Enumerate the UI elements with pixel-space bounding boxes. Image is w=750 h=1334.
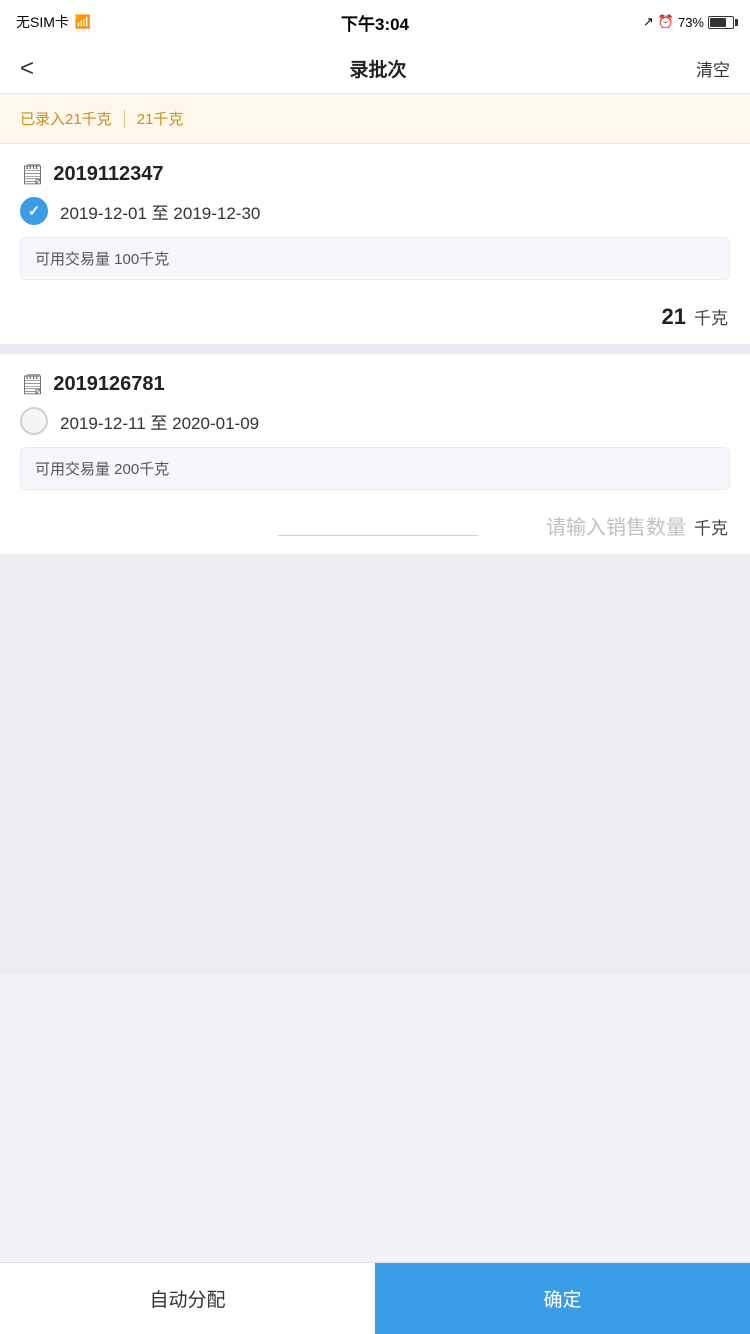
confirm-button[interactable]: 确定: [375, 1263, 750, 1334]
summary-banner: 已录入21千克 21千克: [0, 94, 750, 144]
clear-button[interactable]: 清空: [696, 56, 730, 81]
batch2-unit: 千克: [694, 514, 728, 539]
batch2-radio[interactable]: [20, 407, 48, 435]
auto-distribute-button[interactable]: 自动分配: [0, 1263, 375, 1334]
batch1-radio[interactable]: [20, 197, 48, 225]
back-button[interactable]: <: [20, 55, 60, 83]
batch2-date-row[interactable]: 2019-12-11 至 2020-01-09: [0, 405, 750, 447]
batch1-quantity: 21: [662, 304, 686, 330]
batch1-avail: 可用交易量 100千克: [20, 237, 730, 280]
status-left: 无SIM卡 📶: [16, 12, 91, 32]
summary-recorded: 已录入21千克: [20, 108, 112, 129]
batch1-unit: 千克: [694, 304, 728, 329]
status-bar: 无SIM卡 📶 下午3:04 ↗ ⏰ 73%: [0, 0, 750, 44]
section-divider-1: [0, 344, 750, 354]
batch1-icon: 🗒: [20, 162, 45, 187]
carrier-text: 无SIM卡: [16, 12, 69, 32]
batch1-card: 🗒 2019112347 2019-12-01 至 2019-12-30 可用交…: [0, 144, 750, 344]
batch2-id: 2019126781: [53, 373, 164, 396]
batch2-quantity-input[interactable]: [486, 517, 686, 540]
batch1-qty-row: 21 千克: [0, 294, 750, 344]
battery-percent: 73%: [678, 15, 704, 30]
alarm-icon: ⏰: [658, 14, 674, 30]
footer: 自动分配 确定: [0, 1262, 750, 1334]
summary-divider: [124, 110, 125, 128]
summary-total: 21千克: [137, 108, 184, 129]
batch2-qty-row: 千克: [0, 504, 750, 554]
page-title: 录批次: [349, 55, 406, 82]
status-right: ↗ ⏰ 73%: [643, 14, 734, 30]
batch2-date-range: 2019-12-11 至 2020-01-09: [60, 409, 259, 434]
batch2-card: 🗒 2019126781 2019-12-11 至 2020-01-09 可用交…: [0, 354, 750, 554]
nav-bar: < 录批次 清空: [0, 44, 750, 94]
bottom-area: [0, 554, 750, 974]
batch2-avail: 可用交易量 200千克: [20, 447, 730, 490]
batch1-date-range: 2019-12-01 至 2019-12-30: [60, 199, 260, 224]
input-underline: [278, 535, 478, 536]
batch2-header: 🗒 2019126781: [0, 354, 750, 405]
location-icon: ↗: [643, 14, 654, 30]
batch2-icon: 🗒: [20, 372, 45, 397]
status-time: 下午3:04: [341, 10, 409, 35]
batch1-id: 2019112347: [53, 163, 163, 186]
wifi-icon: 📶: [75, 14, 91, 30]
batch1-header: 🗒 2019112347: [0, 144, 750, 195]
battery-icon: [708, 16, 734, 29]
batch1-date-row[interactable]: 2019-12-01 至 2019-12-30: [0, 195, 750, 237]
